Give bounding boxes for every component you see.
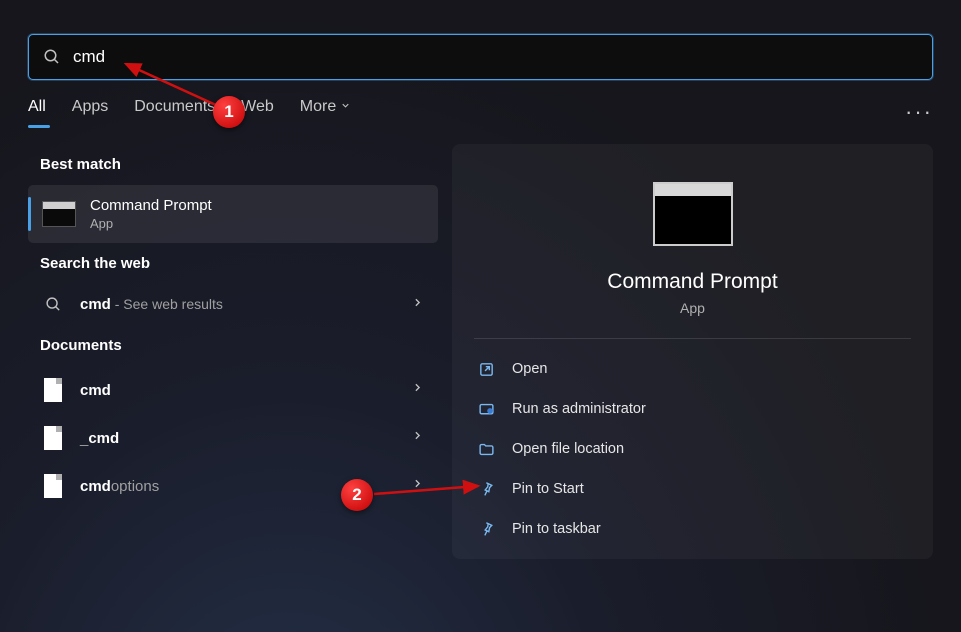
preview-panel: Command Prompt App Open Run as administr… [452,144,933,559]
web-result[interactable]: cmd - See web results [28,284,438,325]
annotation-marker-2: 2 [341,479,373,511]
search-icon [45,296,62,313]
chevron-right-icon [411,429,424,442]
shield-icon [478,401,495,418]
best-match-result[interactable]: Command Prompt App [28,185,438,243]
filter-tabs: All Apps Documents Web More [28,98,351,126]
command-prompt-icon [653,182,733,246]
pin-icon [478,481,495,498]
best-match-title: Command Prompt [90,197,212,214]
tab-more[interactable]: More [300,98,351,126]
open-action[interactable]: Open [464,349,921,389]
pin-to-start-action[interactable]: Pin to Start [464,469,921,509]
document-result[interactable]: _cmd [28,414,438,462]
open-icon [478,361,495,378]
run-as-admin-action[interactable]: Run as administrator [464,389,921,429]
file-icon [44,378,62,402]
chevron-right-icon [411,296,424,309]
chevron-down-icon [340,100,351,111]
overflow-button[interactable]: ··· [905,99,933,125]
document-result[interactable]: cmdoptions [28,462,438,510]
document-result[interactable]: cmd [28,366,438,414]
command-prompt-icon [42,201,76,227]
search-icon [43,48,61,66]
pin-icon [478,521,495,538]
search-input[interactable] [73,47,918,67]
chevron-right-icon [411,381,424,394]
annotation-marker-1: 1 [213,96,245,128]
chevron-right-icon [411,477,424,490]
best-match-type: App [90,216,212,231]
preview-title: Command Prompt [607,270,777,294]
tab-web[interactable]: Web [241,98,274,126]
documents-heading: Documents [40,337,438,354]
file-icon [44,474,62,498]
tab-documents[interactable]: Documents [134,98,215,126]
pin-to-taskbar-action[interactable]: Pin to taskbar [464,509,921,549]
search-web-heading: Search the web [40,255,438,272]
preview-type: App [680,300,705,316]
file-icon [44,426,62,450]
open-file-location-action[interactable]: Open file location [464,429,921,469]
best-match-heading: Best match [40,156,438,173]
tab-apps[interactable]: Apps [72,98,108,126]
search-box[interactable] [28,34,933,80]
tab-all[interactable]: All [28,98,46,126]
folder-icon [478,441,495,458]
